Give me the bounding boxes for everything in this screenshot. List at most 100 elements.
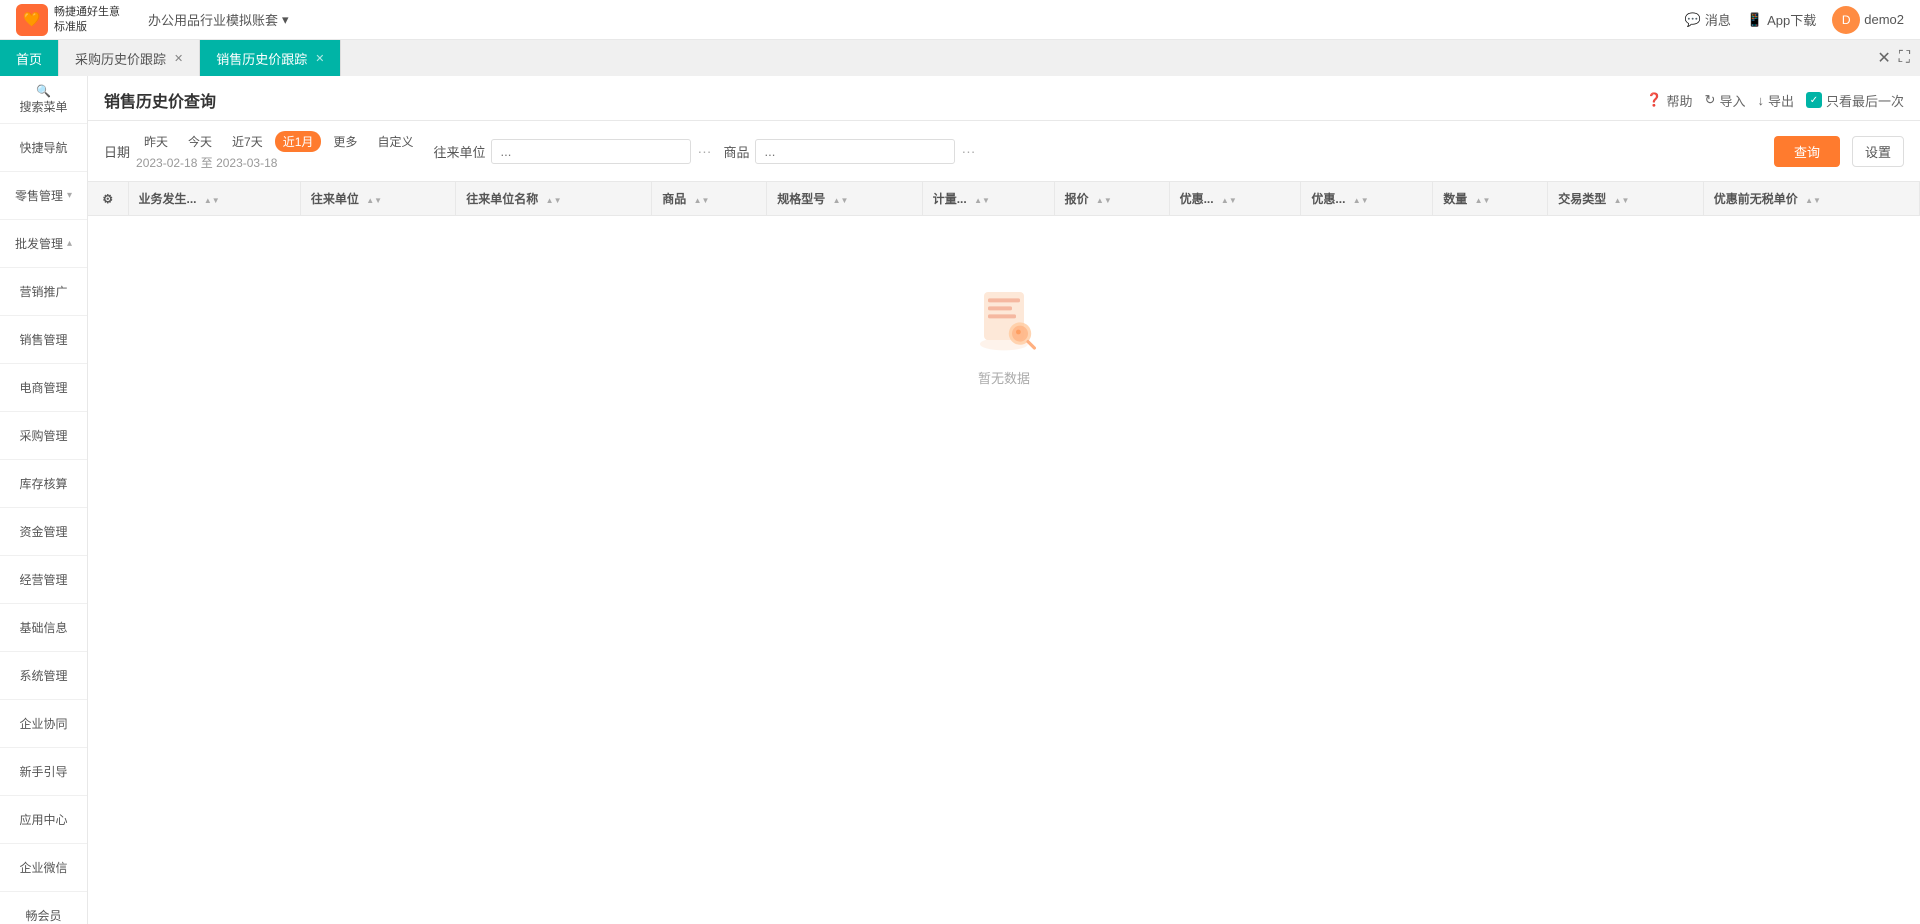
sidebar-item-system-mgmt[interactable]: 系统管理	[0, 652, 87, 700]
export-btn[interactable]: ↓ 导出	[1757, 91, 1794, 110]
goods-label: 商品	[723, 142, 749, 161]
tab-close-sales[interactable]: ✕	[315, 52, 324, 65]
filter-bar: 日期 昨天 今天 近7天 近1月 更多 自定义 2023-02-18 至 202…	[88, 121, 1920, 182]
help-btn[interactable]: ❓ 帮助	[1646, 91, 1692, 110]
table-header-row: ⚙ 业务发生... ▲▼ 往来单位 ▲▼ 往来单位名称 ▲▼	[88, 182, 1920, 216]
page-title: 销售历史价查询	[104, 88, 216, 112]
sidebar-item-member-club[interactable]: 畅会员	[0, 892, 87, 924]
th-partner-code[interactable]: 往来单位 ▲▼	[300, 182, 455, 216]
sidebar-item-quick-nav[interactable]: 快捷导航	[0, 124, 87, 172]
date-range: 2023-02-18 至 2023-03-18	[136, 154, 421, 171]
search-icon: 🔍	[36, 84, 51, 98]
top-bar-right: 💬 消息 📱 App下载 D demo2	[1685, 6, 1904, 34]
sidebar-item-enterprise-coop[interactable]: 企业协同	[0, 700, 87, 748]
sidebar-item-ecommerce-mgmt[interactable]: 电商管理	[0, 364, 87, 412]
sidebar-item-search-menu[interactable]: 🔍 搜索菜单	[0, 76, 87, 124]
date-btn-7days[interactable]: 近7天	[224, 131, 271, 152]
sidebar-item-new-guide[interactable]: 新手引导	[0, 748, 87, 796]
sort-arrows-biz-date: ▲▼	[204, 196, 220, 205]
date-options: 昨天 今天 近7天 近1月 更多 自定义	[136, 131, 421, 152]
table-container: ⚙ 业务发生... ▲▼ 往来单位 ▲▼ 往来单位名称 ▲▼	[88, 182, 1920, 924]
tab-bar-actions: ✕ ⛶	[1867, 40, 1920, 76]
download-icon: 📱	[1747, 12, 1763, 28]
sidebar-item-inventory[interactable]: 库存核算	[0, 460, 87, 508]
th-discount1[interactable]: 优惠... ▲▼	[1169, 182, 1301, 216]
maximize-btn[interactable]: ⛶	[1899, 49, 1910, 67]
th-trade-type[interactable]: 交易类型 ▲▼	[1548, 182, 1703, 216]
logo-area: 🧡 畅捷通好生意 标准版	[16, 4, 120, 36]
sort-arrows-qty: ▲▼	[1475, 196, 1491, 205]
import-icon: ↻	[1705, 92, 1716, 108]
tab-close-purchase[interactable]: ✕	[174, 52, 183, 65]
sidebar: 🔍 搜索菜单 快捷导航 零售管理 ▾ 批发管理 ▴ 营销推广 销售管理 电商管理…	[0, 76, 88, 924]
app-download-btn[interactable]: 📱 App下载	[1747, 10, 1816, 29]
message-icon: 💬	[1685, 12, 1701, 28]
help-icon: ❓	[1646, 92, 1662, 108]
sidebar-item-purchase-mgmt[interactable]: 采购管理	[0, 412, 87, 460]
settings-button[interactable]: 设置	[1852, 136, 1904, 167]
date-btn-today[interactable]: 今天	[180, 131, 220, 152]
export-icon: ↓	[1757, 93, 1764, 108]
empty-icon	[964, 276, 1044, 356]
date-label: 日期	[104, 142, 130, 161]
filter-actions: 查询	[1774, 136, 1840, 167]
chevron-down-icon: ▾	[282, 12, 289, 28]
goods-dots-btn[interactable]: ···	[961, 143, 975, 159]
sort-arrows-no-tax-price: ▲▼	[1805, 196, 1821, 205]
goods-input[interactable]	[755, 139, 955, 164]
page-header: 销售历史价查询 ❓ 帮助 ↻ 导入 ↓ 导出 ✓ 只看最后一次	[88, 76, 1920, 121]
sidebar-item-app-center[interactable]: 应用中心	[0, 796, 87, 844]
only-last-toggle[interactable]: ✓ 只看最后一次	[1806, 91, 1904, 110]
top-bar-left: 🧡 畅捷通好生意 标准版 办公用品行业模拟账套 ▾	[16, 4, 289, 36]
import-btn[interactable]: ↻ 导入	[1705, 91, 1746, 110]
checkbox-icon: ✓	[1806, 92, 1822, 108]
chevron-down-icon: ▾	[67, 190, 72, 201]
sort-arrows-trade-type: ▲▼	[1614, 196, 1630, 205]
close-window-btn[interactable]: ✕	[1877, 48, 1890, 68]
logo-text: 畅捷通好生意 标准版	[54, 5, 120, 34]
th-partner-name[interactable]: 往来单位名称 ▲▼	[456, 182, 652, 216]
sidebar-item-retail-mgmt[interactable]: 零售管理 ▾	[0, 172, 87, 220]
sidebar-item-wholesale-mgmt[interactable]: 批发管理 ▴	[0, 220, 87, 268]
partner-dots-btn[interactable]: ···	[697, 143, 711, 159]
sort-arrows-spec: ▲▼	[833, 196, 849, 205]
sort-arrows-partner-code: ▲▼	[366, 196, 382, 205]
th-quote-price[interactable]: 报价 ▲▼	[1054, 182, 1169, 216]
partner-input[interactable]	[491, 139, 691, 164]
user-menu[interactable]: D demo2	[1832, 6, 1904, 34]
th-no-tax-price[interactable]: 优惠前无税单价 ▲▼	[1703, 182, 1919, 216]
data-table: ⚙ 业务发生... ▲▼ 往来单位 ▲▼ 往来单位名称 ▲▼	[88, 182, 1920, 216]
th-discount2[interactable]: 优惠... ▲▼	[1301, 182, 1433, 216]
date-btn-custom[interactable]: 自定义	[369, 131, 421, 152]
sidebar-item-basic-info[interactable]: 基础信息	[0, 604, 87, 652]
sort-arrows-quote: ▲▼	[1096, 196, 1112, 205]
th-unit[interactable]: 计量... ▲▼	[922, 182, 1054, 216]
date-btn-1month[interactable]: 近1月	[275, 131, 322, 152]
th-goods[interactable]: 商品 ▲▼	[652, 182, 767, 216]
app-selector[interactable]: 办公用品行业模拟账套 ▾	[148, 10, 289, 29]
tab-sales-history[interactable]: 销售历史价跟踪 ✕	[200, 40, 341, 76]
sidebar-item-enterprise-wechat[interactable]: 企业微信	[0, 844, 87, 892]
top-bar: 🧡 畅捷通好生意 标准版 办公用品行业模拟账套 ▾ 💬 消息 📱 App下载 D…	[0, 0, 1920, 40]
query-button[interactable]: 查询	[1774, 136, 1840, 167]
tab-purchase-history[interactable]: 采购历史价跟踪 ✕	[59, 40, 200, 76]
sidebar-item-finance-mgmt[interactable]: 资金管理	[0, 508, 87, 556]
content-area: 销售历史价查询 ❓ 帮助 ↻ 导入 ↓ 导出 ✓ 只看最后一次	[88, 76, 1920, 924]
tab-home[interactable]: 首页	[0, 40, 59, 76]
partner-label: 往来单位	[433, 142, 485, 161]
page-actions: ❓ 帮助 ↻ 导入 ↓ 导出 ✓ 只看最后一次	[1646, 91, 1904, 110]
date-btn-yesterday[interactable]: 昨天	[136, 131, 176, 152]
th-spec[interactable]: 规格型号 ▲▼	[767, 182, 922, 216]
th-biz-date[interactable]: 业务发生... ▲▼	[128, 182, 300, 216]
sort-arrows-partner-name: ▲▼	[546, 196, 562, 205]
sidebar-item-ops-mgmt[interactable]: 经营管理	[0, 556, 87, 604]
th-settings[interactable]: ⚙	[88, 182, 128, 216]
chevron-up-icon: ▴	[67, 238, 72, 249]
date-btn-more[interactable]: 更多	[325, 131, 365, 152]
sidebar-item-sales-mgmt[interactable]: 销售管理	[0, 316, 87, 364]
sort-arrows-discount1: ▲▼	[1221, 196, 1237, 205]
goods-filter-group: 商品 ···	[723, 139, 975, 164]
message-btn[interactable]: 💬 消息	[1685, 10, 1731, 29]
sidebar-item-marketing[interactable]: 营销推广	[0, 268, 87, 316]
th-qty[interactable]: 数量 ▲▼	[1433, 182, 1548, 216]
